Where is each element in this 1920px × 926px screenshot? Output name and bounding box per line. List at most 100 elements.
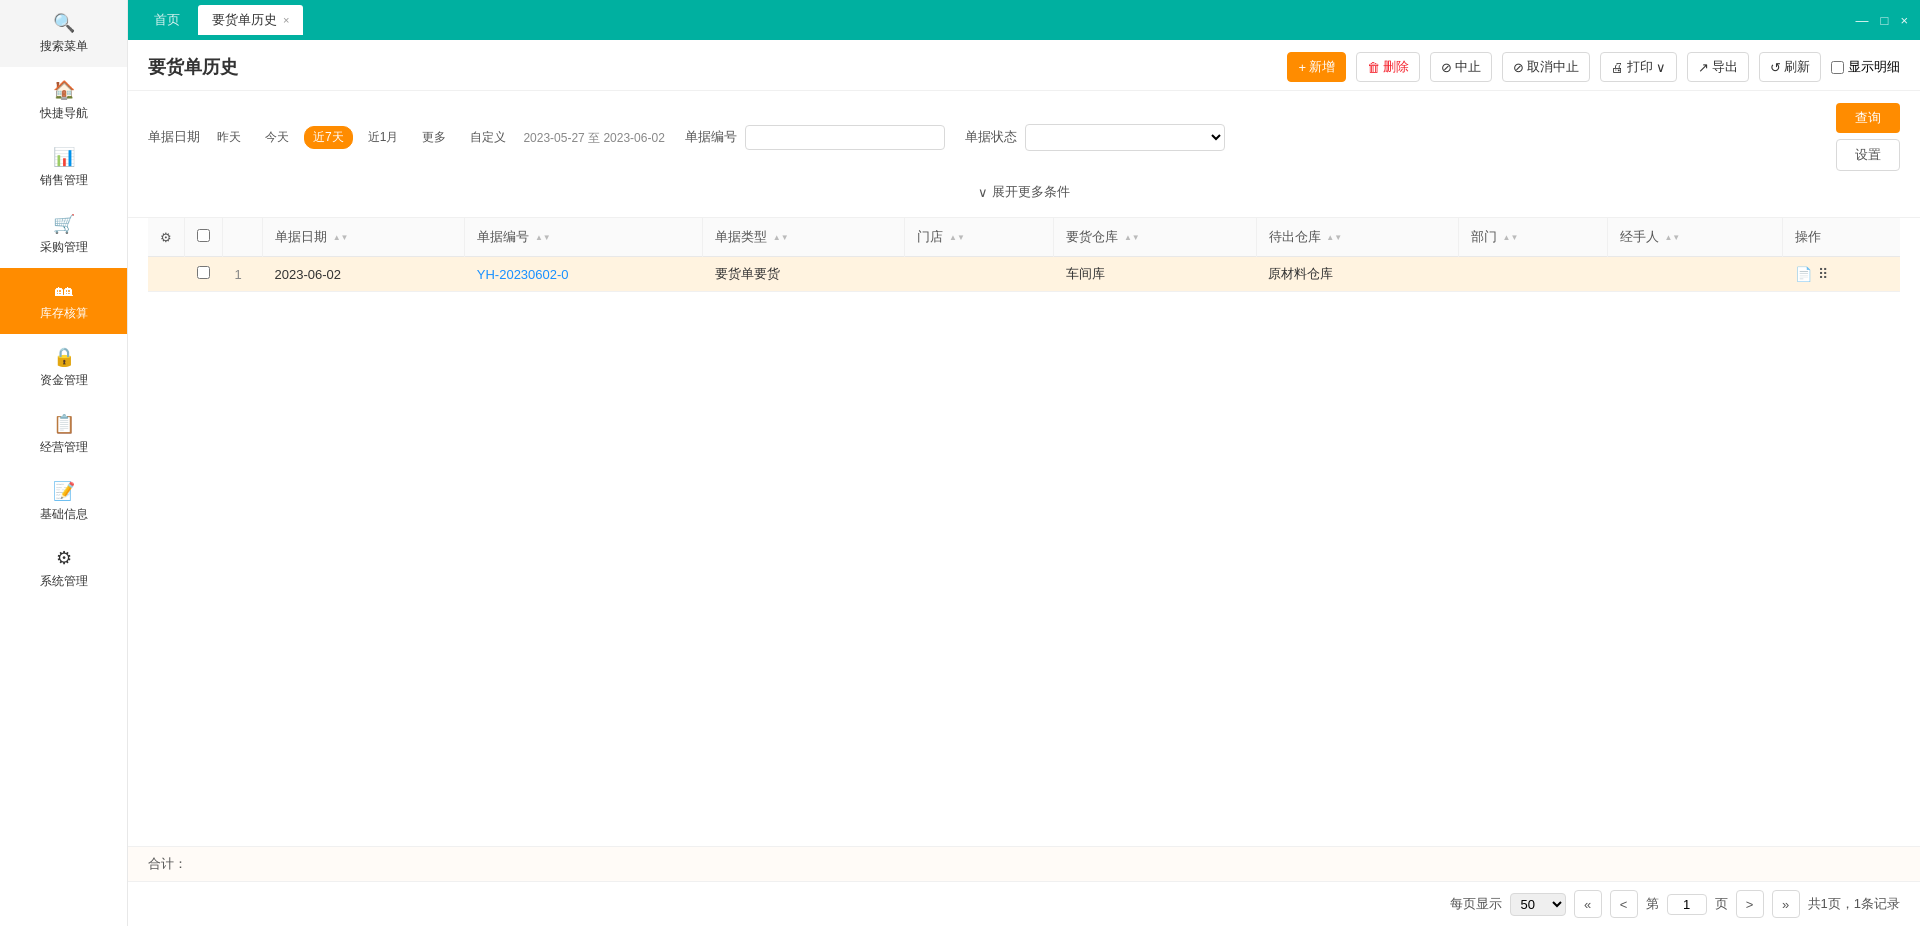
col-bill-no[interactable]: 单据编号 ▲▼	[465, 218, 703, 257]
operations-icon: 📋	[53, 413, 75, 435]
cancel-stop-button[interactable]: ⊘ 取消中止	[1502, 52, 1590, 82]
sort-req-wh-icon: ▲▼	[1124, 233, 1140, 242]
refresh-button[interactable]: ↺ 刷新	[1759, 52, 1821, 82]
sidebar-item-basic-info[interactable]: 📝 基础信息	[0, 468, 127, 535]
date-filter-group: 单据日期 昨天 今天 近7天 近1月 更多 自定义 2023-05-27 至 2…	[148, 126, 665, 149]
filter-actions: 查询 设置	[1836, 103, 1900, 171]
query-button[interactable]: 查询	[1836, 103, 1900, 133]
row-handler-cell	[1607, 257, 1783, 292]
sidebar-item-operations[interactable]: 📋 经营管理	[0, 401, 127, 468]
delete-button[interactable]: 🗑 删除	[1356, 52, 1420, 82]
tab-home[interactable]: 首页	[140, 5, 194, 35]
per-page-select[interactable]: 50 100 200	[1510, 893, 1566, 916]
yesterday-btn[interactable]: 昨天	[208, 126, 250, 149]
col-settings[interactable]: ⚙	[148, 218, 185, 257]
date-filter-buttons: 昨天 今天 近7天 近1月 更多 自定义	[208, 126, 515, 149]
edit-icon[interactable]: 📄	[1795, 266, 1812, 282]
col-num	[223, 218, 263, 257]
print-button[interactable]: 🖨 打印 ∨	[1600, 52, 1677, 82]
row-req-warehouse-cell: 车间库	[1054, 257, 1256, 292]
col-pending-warehouse[interactable]: 待出仓库 ▲▼	[1256, 218, 1458, 257]
page-input[interactable]	[1667, 894, 1707, 915]
bill-no-link[interactable]: YH-20230602-0	[477, 267, 569, 282]
content-area: 要货单历史 + 新增 🗑 删除 ⊘ 中止 ⊘ 取消中止	[128, 40, 1920, 926]
sidebar-item-inventory[interactable]: 🏘 库存核算	[0, 268, 127, 334]
data-table: ⚙ 单据日期 ▲▼ 单据编号 ▲▼	[148, 218, 1900, 292]
home-icon: 🏠	[53, 79, 75, 101]
today-btn[interactable]: 今天	[256, 126, 298, 149]
maximize-btn[interactable]: □	[1881, 13, 1889, 28]
row-dept-cell	[1458, 257, 1607, 292]
page-title: 要货单历史	[148, 55, 238, 79]
tab-close-icon[interactable]: ×	[283, 14, 289, 26]
sidebar-item-sales[interactable]: 📊 销售管理	[0, 134, 127, 201]
sort-type-icon: ▲▼	[773, 233, 789, 242]
custom-date-btn[interactable]: 自定义	[461, 126, 515, 149]
sort-pending-wh-icon: ▲▼	[1326, 233, 1342, 242]
col-store[interactable]: 门店 ▲▼	[905, 218, 1054, 257]
last1month-btn[interactable]: 近1月	[359, 126, 408, 149]
tab-purchase-history[interactable]: 要货单历史 ×	[198, 5, 303, 35]
show-detail-checkbox[interactable]	[1831, 61, 1844, 74]
row-store-cell	[905, 257, 1054, 292]
new-icon: +	[1298, 60, 1306, 75]
main-area: 首页 要货单历史 × — □ × 要货单历史 + 新增 🗑 删除	[128, 0, 1920, 926]
col-handler[interactable]: 经手人 ▲▼	[1607, 218, 1783, 257]
settings-button[interactable]: 设置	[1836, 139, 1900, 171]
sidebar-item-quick-nav[interactable]: 🏠 快捷导航	[0, 67, 127, 134]
expand-more-btn[interactable]: ∨ 展开更多条件	[148, 179, 1900, 205]
more-actions-icon[interactable]: ⠿	[1818, 266, 1828, 282]
action-icons: 📄 ⠿	[1795, 266, 1888, 282]
toolbar: + 新增 🗑 删除 ⊘ 中止 ⊘ 取消中止 🖨 打印	[1287, 52, 1900, 82]
system-icon: ⚙	[56, 547, 72, 569]
sort-billno-icon: ▲▼	[535, 233, 551, 242]
row-checkbox[interactable]	[197, 266, 210, 279]
print-icon: 🖨	[1611, 60, 1624, 75]
inventory-icon: 🏘	[55, 280, 73, 301]
col-req-warehouse[interactable]: 要货仓库 ▲▼	[1054, 218, 1256, 257]
row-date-cell: 2023-06-02	[263, 257, 465, 292]
page-label-prefix: 第	[1646, 895, 1659, 913]
next-page-btn[interactable]: >	[1736, 890, 1764, 918]
col-date[interactable]: 单据日期 ▲▼	[263, 218, 465, 257]
sort-date-icon: ▲▼	[333, 233, 349, 242]
filter-area: 单据日期 昨天 今天 近7天 近1月 更多 自定义 2023-05-27 至 2…	[128, 91, 1920, 218]
row-checkbox-cell[interactable]	[185, 257, 223, 292]
sidebar-item-search[interactable]: 🔍 搜索菜单	[0, 0, 127, 67]
row-settings-cell	[148, 257, 185, 292]
col-dept[interactable]: 部门 ▲▼	[1458, 218, 1607, 257]
row-bill-no-cell[interactable]: YH-20230602-0	[465, 257, 703, 292]
bill-no-filter-group: 单据编号	[685, 125, 945, 150]
chevron-down-icon: ∨	[978, 185, 988, 200]
page-label-suffix: 页	[1715, 895, 1728, 913]
new-button[interactable]: + 新增	[1287, 52, 1346, 82]
export-button[interactable]: ↗ 导出	[1687, 52, 1749, 82]
minimize-btn[interactable]: —	[1856, 13, 1869, 28]
cancel-stop-icon: ⊘	[1513, 60, 1524, 75]
table-row[interactable]: 1 2023-06-02 YH-20230602-0 要货单要货 车间库 原材料…	[148, 257, 1900, 292]
window-close-btn[interactable]: ×	[1900, 13, 1908, 28]
pagination-bar: 每页显示 50 100 200 « < 第 页 > » 共1页，1条记录	[128, 881, 1920, 926]
filter-row-1: 单据日期 昨天 今天 近7天 近1月 更多 自定义 2023-05-27 至 2…	[148, 103, 1900, 171]
stop-button[interactable]: ⊘ 中止	[1430, 52, 1492, 82]
col-checkbox[interactable]	[185, 218, 223, 257]
delete-icon: 🗑	[1367, 60, 1380, 75]
show-detail-toggle[interactable]: 显示明细	[1831, 58, 1900, 76]
table-header-row: ⚙ 单据日期 ▲▼ 单据编号 ▲▼	[148, 218, 1900, 257]
last7days-btn[interactable]: 近7天	[304, 126, 353, 149]
more-date-btn[interactable]: 更多	[413, 126, 455, 149]
status-filter-group: 单据状态	[965, 124, 1225, 151]
prev-page-btn[interactable]: <	[1610, 890, 1638, 918]
page-header: 要货单历史 + 新增 🗑 删除 ⊘ 中止 ⊘ 取消中止	[128, 40, 1920, 91]
bill-no-input[interactable]	[745, 125, 945, 150]
sidebar-item-purchase[interactable]: 🛒 采购管理	[0, 201, 127, 268]
status-select[interactable]	[1025, 124, 1225, 151]
col-bill-type[interactable]: 单据类型 ▲▼	[703, 218, 905, 257]
col-action: 操作	[1783, 218, 1900, 257]
last-page-btn[interactable]: »	[1772, 890, 1800, 918]
sidebar-item-system[interactable]: ⚙ 系统管理	[0, 535, 127, 602]
row-num-cell: 1	[223, 257, 263, 292]
first-page-btn[interactable]: «	[1574, 890, 1602, 918]
sidebar-item-finance[interactable]: 🔒 资金管理	[0, 334, 127, 401]
select-all-checkbox[interactable]	[197, 229, 210, 242]
